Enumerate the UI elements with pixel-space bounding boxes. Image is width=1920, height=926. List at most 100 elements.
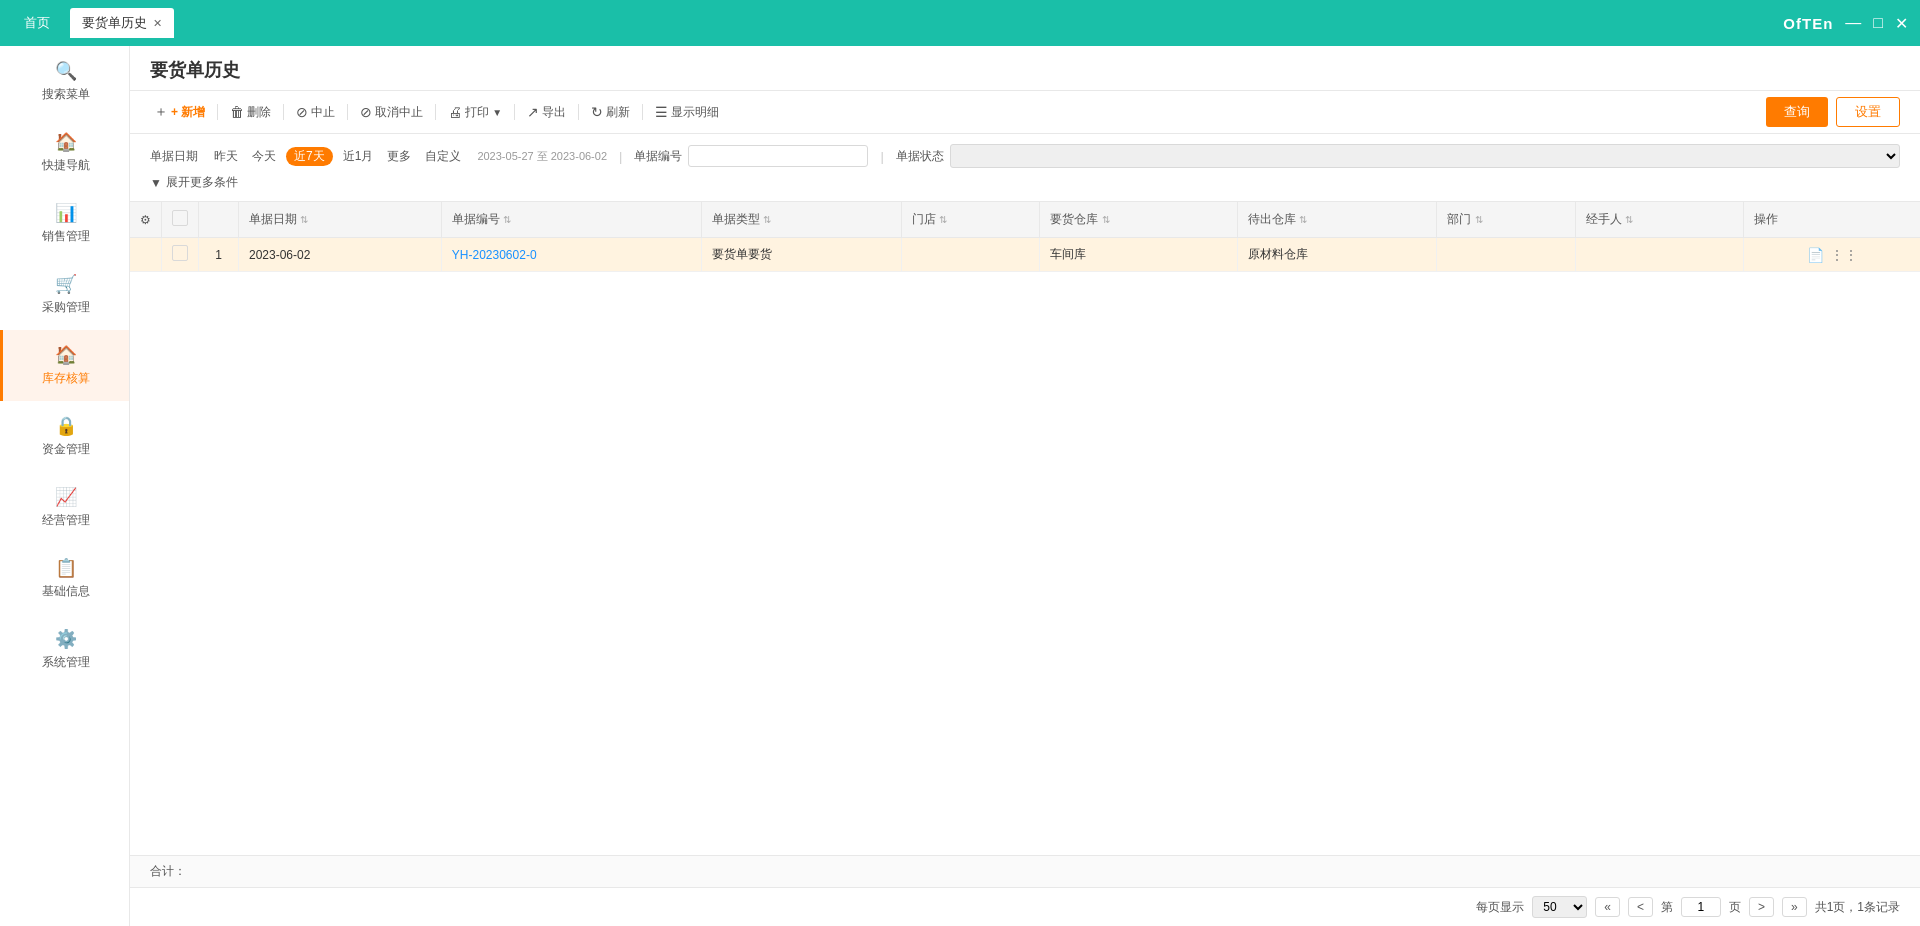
show-detail-icon: ☰: [655, 104, 668, 120]
page-title: 要货单历史: [150, 60, 240, 80]
prev-page-btn[interactable]: <: [1628, 897, 1653, 917]
sidebar-item-label: 快捷导航: [42, 157, 90, 174]
op-edit-icon[interactable]: 📄: [1807, 247, 1824, 263]
quick-nav-icon: 🏠: [55, 131, 77, 153]
status-filter: 单据状态: [896, 144, 1900, 168]
row-checkbox[interactable]: [172, 245, 188, 261]
date-label: 单据日期: [150, 148, 198, 165]
export-icon: ↗: [527, 104, 539, 120]
col-handler-header[interactable]: 经手人 ⇅: [1576, 202, 1744, 238]
doc-num-link[interactable]: YH-20230602-0: [452, 248, 537, 262]
top-bar-right: OfTEn — □ ✕: [1783, 14, 1908, 33]
col-pending-warehouse-header[interactable]: 待出仓库 ⇅: [1238, 202, 1437, 238]
sidebar-item-quick-nav[interactable]: 🏠 快捷导航: [0, 117, 129, 188]
total-info: 共1页，1条记录: [1815, 899, 1900, 916]
delete-label: 删除: [247, 104, 271, 121]
sort-icon-dept: ⇅: [1475, 214, 1483, 225]
row-department-cell: [1437, 238, 1576, 272]
page-num-input[interactable]: [1681, 897, 1721, 917]
header-checkbox[interactable]: [172, 210, 188, 226]
query-button[interactable]: 查询: [1766, 97, 1828, 127]
sort-icon-handler: ⇅: [1625, 214, 1633, 225]
filter-row-1: 单据日期 昨天 今天 近7天 近1月 更多 自定义 2023-05-27 至 2…: [150, 144, 1900, 168]
settings-button[interactable]: 设置: [1836, 97, 1900, 127]
search-menu-icon: 🔍: [55, 60, 77, 82]
page-size-select[interactable]: 50 100 200: [1532, 896, 1587, 918]
tab-purchase-history[interactable]: 要货单历史 ✕: [70, 8, 174, 38]
page-suffix: 页: [1729, 899, 1741, 916]
date-range-display: 2023-05-27 至 2023-06-02: [477, 149, 607, 164]
date-btn-7days[interactable]: 近7天: [286, 147, 333, 166]
sidebar-item-sales[interactable]: 📊 销售管理: [0, 188, 129, 259]
date-btn-yesterday[interactable]: 昨天: [210, 147, 242, 166]
expand-more-icon: ▼: [150, 176, 162, 190]
sidebar-item-finance[interactable]: 🔒 资金管理: [0, 401, 129, 472]
tab-close-icon[interactable]: ✕: [153, 17, 162, 30]
delete-button[interactable]: 🗑 删除: [226, 102, 275, 123]
sidebar-item-inventory[interactable]: 🏠 库存核算: [0, 330, 129, 401]
cancel-stop-label: 取消中止: [375, 104, 423, 121]
first-page-btn[interactable]: «: [1595, 897, 1620, 917]
pagination-bar: 每页显示 50 100 200 « < 第 页 > » 共1页，1条记录: [130, 887, 1920, 926]
status-select[interactable]: [950, 144, 1900, 168]
col-doc-date-header[interactable]: 单据日期 ⇅: [239, 202, 442, 238]
expand-more-btn[interactable]: ▼ 展开更多条件: [150, 174, 1900, 191]
sidebar-item-operations[interactable]: 📈 经营管理: [0, 472, 129, 543]
doc-num-input[interactable]: [688, 145, 868, 167]
col-store-header[interactable]: 门店 ⇅: [901, 202, 1040, 238]
new-button[interactable]: ＋ + 新增: [150, 101, 209, 123]
date-btn-1month[interactable]: 近1月: [339, 147, 378, 166]
export-button[interactable]: ↗ 导出: [523, 102, 570, 123]
col-settings-header[interactable]: ⚙: [130, 202, 162, 238]
sidebar-item-label: 库存核算: [42, 370, 90, 387]
row-doc-num-cell[interactable]: YH-20230602-0: [441, 238, 701, 272]
table-row: 1 2023-06-02 YH-20230602-0 要货单要货: [130, 238, 1920, 272]
col-req-warehouse-header[interactable]: 要货仓库 ⇅: [1040, 202, 1238, 238]
new-label: + 新增: [171, 104, 205, 121]
print-label: 打印: [465, 104, 489, 121]
brand-label: OfTEn: [1783, 15, 1833, 32]
row-check-cell[interactable]: [162, 238, 199, 272]
tab-home[interactable]: 要货单历史 首页: [12, 8, 62, 38]
col-operation-header: 操作: [1744, 202, 1920, 238]
toolbar: ＋ + 新增 🗑 删除 ⊘ 中止 ⊘ 取消中止: [130, 91, 1920, 134]
toolbar-divider-7: [642, 104, 643, 120]
op-delete-icon[interactable]: ⋮⋮: [1830, 247, 1858, 263]
col-department-header[interactable]: 部门 ⇅: [1437, 202, 1576, 238]
sidebar-item-label: 经营管理: [42, 512, 90, 529]
sidebar-item-basic-info[interactable]: 📋 基础信息: [0, 543, 129, 614]
col-doc-num-header[interactable]: 单据编号 ⇅: [441, 202, 701, 238]
window-minimize-btn[interactable]: —: [1845, 14, 1861, 32]
last-page-btn[interactable]: »: [1782, 897, 1807, 917]
page-size-label: 每页显示: [1476, 899, 1524, 916]
sidebar-item-system[interactable]: ⚙️ 系统管理: [0, 614, 129, 685]
date-btn-more[interactable]: 更多: [383, 147, 415, 166]
stop-button[interactable]: ⊘ 中止: [292, 102, 339, 123]
sidebar-item-search-menu[interactable]: 🔍 搜索菜单: [0, 46, 129, 117]
page-title-bar: 要货单历史: [130, 46, 1920, 91]
col-doc-type-header[interactable]: 单据类型 ⇅: [702, 202, 901, 238]
operations-icon: 📈: [55, 486, 77, 508]
date-btn-today[interactable]: 今天: [248, 147, 280, 166]
window-close-btn[interactable]: ✕: [1895, 14, 1908, 33]
row-doc-date-cell: 2023-06-02: [239, 238, 442, 272]
doc-num-filter: 单据编号: [634, 145, 868, 167]
col-check-header[interactable]: [162, 202, 199, 238]
sidebar-item-purchase[interactable]: 🛒 采购管理: [0, 259, 129, 330]
sort-icon-store: ⇅: [939, 214, 947, 225]
expand-more-label: 展开更多条件: [166, 174, 238, 191]
date-btn-custom[interactable]: 自定义: [421, 147, 465, 166]
print-button[interactable]: 🖨 打印 ▼: [444, 102, 506, 123]
refresh-label: 刷新: [606, 104, 630, 121]
show-detail-button[interactable]: ☰ 显示明细: [651, 102, 723, 123]
refresh-button[interactable]: ↻ 刷新: [587, 102, 634, 123]
toolbar-divider-2: [283, 104, 284, 120]
next-page-btn[interactable]: >: [1749, 897, 1774, 917]
cancel-stop-button[interactable]: ⊘ 取消中止: [356, 102, 427, 123]
window-maximize-btn[interactable]: □: [1873, 14, 1883, 32]
table-header-row: ⚙ 单据日期 ⇅ 单据编号 ⇅: [130, 202, 1920, 238]
row-pending-warehouse-cell: 原材料仓库: [1238, 238, 1437, 272]
stop-icon: ⊘: [296, 104, 308, 120]
toolbar-divider-5: [514, 104, 515, 120]
row-doc-type-cell: 要货单要货: [702, 238, 901, 272]
